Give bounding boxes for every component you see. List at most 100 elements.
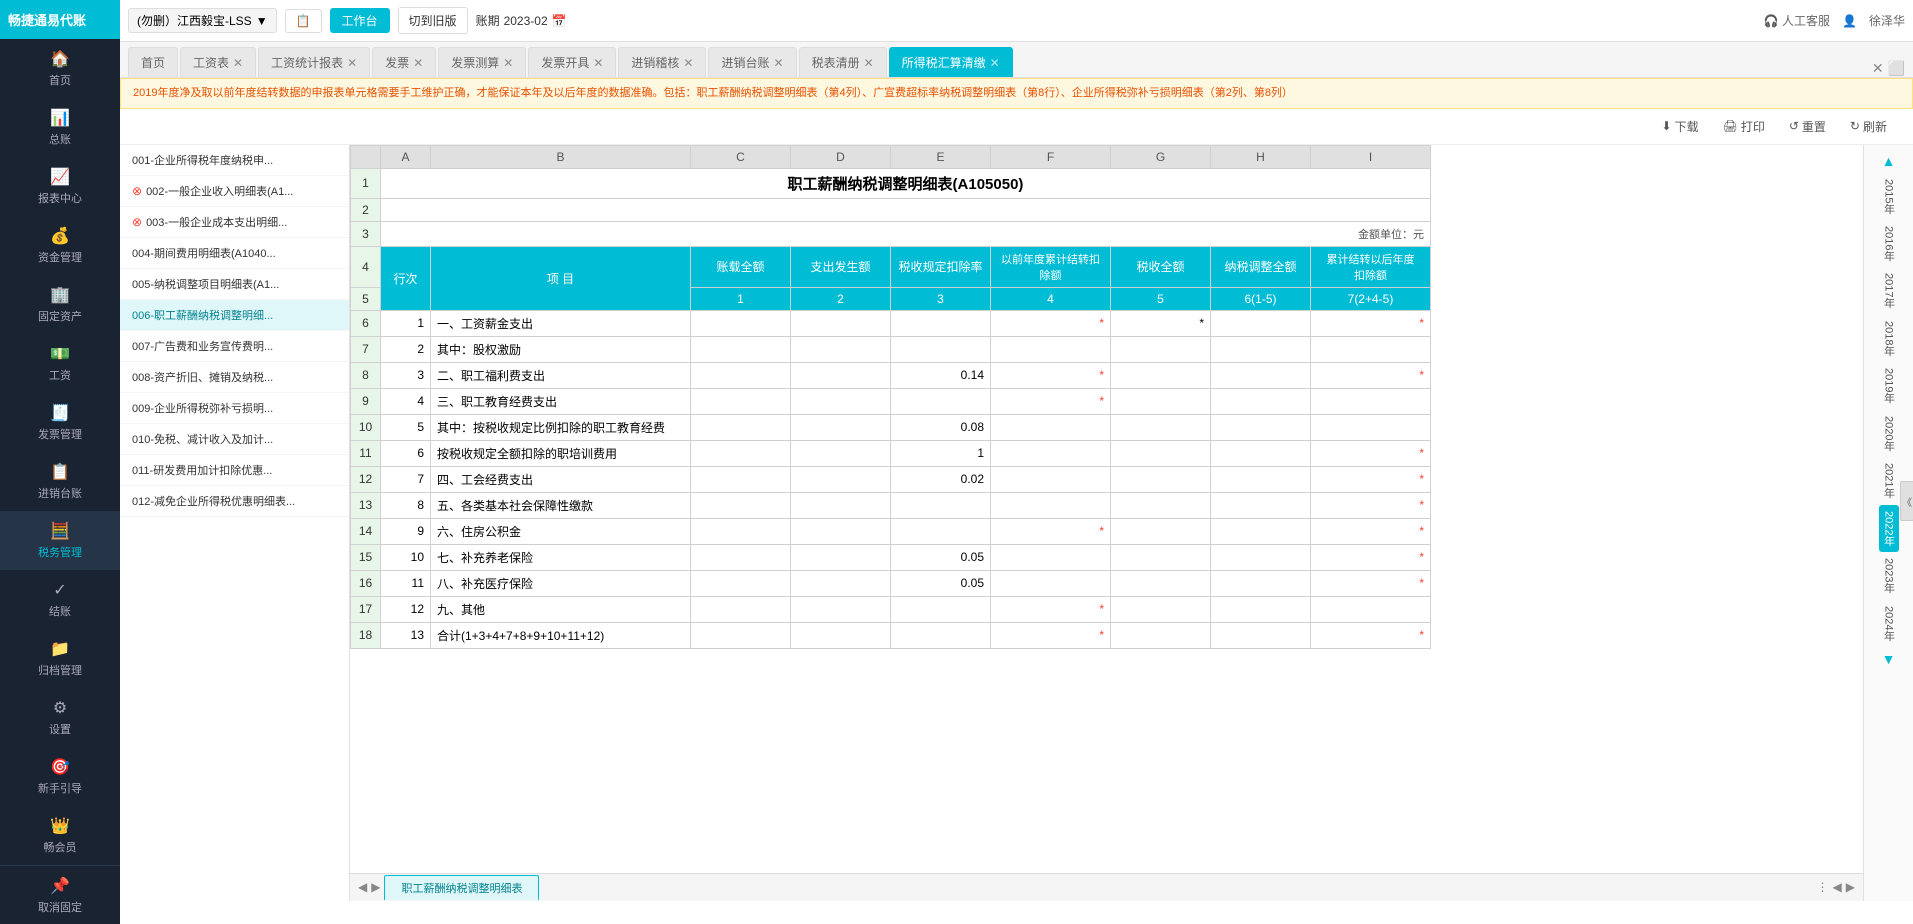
- cell-c1[interactable]: [691, 622, 791, 648]
- sidebar-item-总账[interactable]: 📊总账: [0, 98, 120, 157]
- cell-c6[interactable]: [1211, 388, 1311, 414]
- cell-c6[interactable]: [1211, 518, 1311, 544]
- cell-c3[interactable]: [891, 622, 991, 648]
- cell-c5[interactable]: [1111, 596, 1211, 622]
- year-nav-up[interactable]: ▲: [1878, 149, 1900, 173]
- cell-c8[interactable]: [1311, 388, 1431, 414]
- cell-c5[interactable]: [1111, 414, 1211, 440]
- cell-c4[interactable]: [991, 466, 1111, 492]
- tab-close-all[interactable]: ✕: [1872, 60, 1884, 77]
- sidebar-item-归档管理[interactable]: 📁归档管理: [0, 629, 120, 688]
- cell-c2[interactable]: [791, 544, 891, 570]
- cell-c1[interactable]: [691, 492, 791, 518]
- cell-c4[interactable]: [991, 570, 1111, 596]
- cell-c1[interactable]: [691, 362, 791, 388]
- year-item-2023年[interactable]: 2023年: [1879, 552, 1899, 599]
- cell-c8[interactable]: *: [1311, 492, 1431, 518]
- print-button[interactable]: 🖨打印: [1717, 115, 1771, 138]
- workspace-button[interactable]: 工作台: [330, 8, 390, 33]
- cell-c5[interactable]: [1111, 570, 1211, 596]
- sidebar-item-报表中心[interactable]: 📈报表中心: [0, 157, 120, 216]
- left-panel-item-006[interactable]: 006-职工薪酬纳税调整明细...: [120, 300, 349, 331]
- cell-c2[interactable]: [791, 492, 891, 518]
- year-item-2019年[interactable]: 2019年: [1879, 362, 1899, 409]
- cell-c4[interactable]: *: [991, 518, 1111, 544]
- tab-4[interactable]: 发票测算✕: [438, 47, 526, 77]
- sidebar-item-工资[interactable]: 💵工资: [0, 334, 120, 393]
- sidebar-item-首页[interactable]: 🏠首页: [0, 39, 120, 98]
- cell-c1[interactable]: [691, 570, 791, 596]
- cell-c4[interactable]: *: [991, 310, 1111, 336]
- year-item-2022年[interactable]: 2022年: [1879, 505, 1899, 552]
- cell-c1[interactable]: [691, 440, 791, 466]
- tab-close-icon[interactable]: ✕: [233, 56, 243, 70]
- cell-c4[interactable]: [991, 414, 1111, 440]
- tab-9[interactable]: 所得税汇算清缴✕: [889, 47, 1013, 77]
- cell-c3[interactable]: [891, 492, 991, 518]
- cell-c8[interactable]: *: [1311, 466, 1431, 492]
- left-panel-item-008[interactable]: 008-资产折旧、摊销及纳税...: [120, 362, 349, 393]
- cell-c1[interactable]: [691, 414, 791, 440]
- tab-6[interactable]: 进销稽核✕: [618, 47, 706, 77]
- left-panel-item-007[interactable]: 007-广告费和业务宣传费明...: [120, 331, 349, 362]
- tab-close-icon[interactable]: ✕: [990, 56, 1000, 70]
- cell-c1[interactable]: [691, 388, 791, 414]
- cell-c3[interactable]: 0.14: [891, 362, 991, 388]
- left-panel-item-004[interactable]: 004-期间费用明细表(A1040...: [120, 238, 349, 269]
- cell-c1[interactable]: [691, 544, 791, 570]
- cell-c3[interactable]: [891, 518, 991, 544]
- cell-c8[interactable]: [1311, 596, 1431, 622]
- cell-c5[interactable]: [1111, 362, 1211, 388]
- sidebar-item-设置[interactable]: ⚙设置: [0, 688, 120, 747]
- sheet-options[interactable]: ⋮: [1817, 880, 1829, 894]
- tab-close-icon[interactable]: ✕: [683, 56, 693, 70]
- cell-c1[interactable]: [691, 336, 791, 362]
- tab-close-icon[interactable]: ✕: [347, 56, 357, 70]
- cell-c6[interactable]: [1211, 466, 1311, 492]
- sheet-scroll-right[interactable]: ▶: [1846, 880, 1855, 894]
- year-item-2015年[interactable]: 2015年: [1879, 173, 1899, 220]
- cell-c1[interactable]: [691, 596, 791, 622]
- cell-c1[interactable]: [691, 466, 791, 492]
- cell-c8[interactable]: *: [1311, 310, 1431, 336]
- copy-button[interactable]: 📋: [285, 9, 322, 33]
- cell-c6[interactable]: [1211, 414, 1311, 440]
- cell-c6[interactable]: [1211, 622, 1311, 648]
- cell-c6[interactable]: [1211, 492, 1311, 518]
- year-item-2016年[interactable]: 2016年: [1879, 220, 1899, 267]
- cell-c2[interactable]: [791, 518, 891, 544]
- cell-c5[interactable]: [1111, 622, 1211, 648]
- cell-c1[interactable]: [691, 518, 791, 544]
- cell-c6[interactable]: [1211, 336, 1311, 362]
- year-item-2021年[interactable]: 2021年: [1879, 457, 1899, 504]
- sidebar-item-固定资产[interactable]: 🏢固定资产: [0, 275, 120, 334]
- cell-c8[interactable]: *: [1311, 544, 1431, 570]
- cell-c3[interactable]: [891, 310, 991, 336]
- cell-c5[interactable]: *: [1111, 310, 1211, 336]
- left-panel-item-010[interactable]: 010-免税、减计收入及加计...: [120, 424, 349, 455]
- sidebar-item-结账[interactable]: ✓结账: [0, 570, 120, 629]
- tab-close-icon[interactable]: ✕: [413, 56, 423, 70]
- cell-c6[interactable]: [1211, 570, 1311, 596]
- tab-close-icon[interactable]: ✕: [774, 56, 784, 70]
- cell-c5[interactable]: [1111, 544, 1211, 570]
- cell-c8[interactable]: *: [1311, 362, 1431, 388]
- cell-c2[interactable]: [791, 388, 891, 414]
- tab-close-icon[interactable]: ✕: [503, 56, 513, 70]
- tab-restore[interactable]: ⬜: [1888, 60, 1905, 77]
- cell-c5[interactable]: [1111, 492, 1211, 518]
- cell-c5[interactable]: [1111, 466, 1211, 492]
- cell-c2[interactable]: [791, 362, 891, 388]
- left-panel-item-009[interactable]: 009-企业所得税弥补亏损明...: [120, 393, 349, 424]
- sheet-area[interactable]: A B C D E F G H I 1 职工薪酬纳税调整明细表(A105050): [350, 145, 1863, 901]
- cell-c2[interactable]: [791, 440, 891, 466]
- cell-c2[interactable]: [791, 570, 891, 596]
- company-selector[interactable]: (勿删）江西毅宝-LSS ▼: [128, 8, 277, 33]
- left-panel-item-005[interactable]: 005-纳税调整项目明细表(A1...: [120, 269, 349, 300]
- reset-button[interactable]: ↺重置: [1783, 115, 1832, 138]
- tab-5[interactable]: 发票开具✕: [528, 47, 616, 77]
- cell-c5[interactable]: [1111, 388, 1211, 414]
- switch-version-button[interactable]: 切到旧版: [398, 7, 468, 34]
- year-nav-down[interactable]: ▼: [1878, 647, 1900, 671]
- cell-c6[interactable]: [1211, 596, 1311, 622]
